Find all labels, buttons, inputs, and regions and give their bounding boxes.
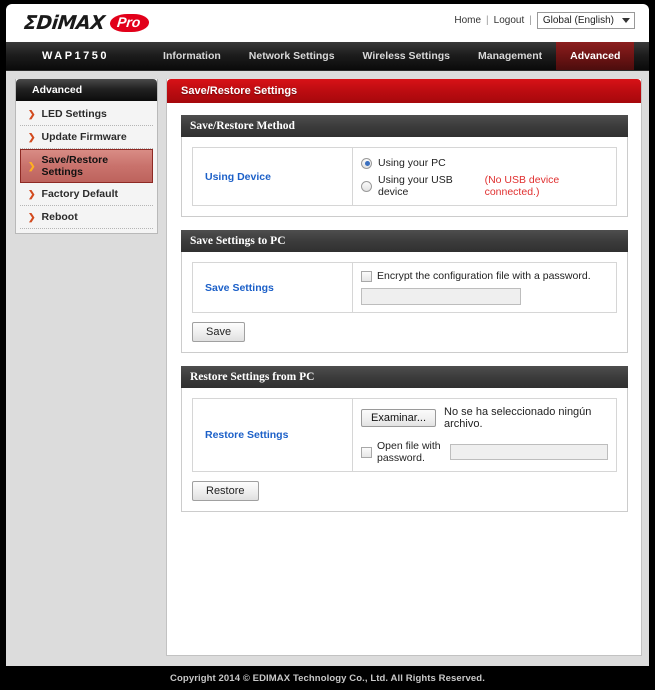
selected-file-status: No se ha seleccionado ningún archivo.: [444, 406, 592, 430]
link-separator-1: |: [486, 15, 489, 26]
logo-wordmark: ΣDiMAX: [22, 12, 106, 34]
restore-password-input[interactable]: [450, 444, 608, 460]
sidebar-item-label: Update Firmware: [41, 131, 127, 143]
using-device-label: Using Device: [192, 147, 353, 206]
app-window: ΣDiMAX Pro Home | Logout | Global (Engli…: [0, 0, 655, 690]
file-picker-row: Examinar... No se ha seleccionado ningún…: [361, 406, 608, 430]
restore-settings-label: Restore Settings: [192, 398, 353, 472]
tab-wireless-settings[interactable]: Wireless Settings: [349, 42, 464, 70]
logo-pro-badge: Pro: [108, 14, 150, 32]
radio-option-pc[interactable]: Using your PC: [361, 157, 608, 169]
device-model-label: WAP1750: [42, 50, 110, 62]
edimax-logo: ΣDiMAX Pro: [22, 12, 150, 34]
home-link[interactable]: Home: [454, 15, 481, 26]
page-body: Advanced ❯ LED Settings ❯ Update Firmwar…: [6, 71, 649, 666]
main-nav-bar: WAP1750 Information Network Settings Wir…: [6, 42, 649, 71]
table-row: Restore Settings Examinar... No se ha se…: [192, 398, 617, 472]
logout-link[interactable]: Logout: [494, 15, 525, 26]
save-settings-label: Save Settings: [192, 262, 353, 313]
open-with-password-label: Open file with password.: [377, 440, 441, 464]
checkbox-icon[interactable]: [361, 270, 372, 282]
sidebar-item-label: Save/Restore Settings: [41, 154, 109, 178]
section-header: Save Settings to PC: [181, 230, 628, 252]
chevron-down-icon: [622, 18, 630, 23]
tab-network-settings[interactable]: Network Settings: [235, 42, 349, 70]
section-save-restore-method: Save/Restore Method Using Device Using y…: [181, 115, 628, 217]
section-save-settings-to-pc: Save Settings to PC Save Settings Encryp…: [181, 230, 628, 353]
section-header: Save/Restore Method: [181, 115, 628, 137]
using-device-options: Using your PC Using your USB device (No …: [353, 148, 617, 206]
sidebar-item-label: LED Settings: [41, 108, 107, 120]
chevron-right-icon: ❯: [28, 131, 36, 142]
tab-management[interactable]: Management: [464, 42, 556, 70]
save-field-table: Save Settings Encrypt the configuration …: [192, 262, 617, 313]
sidebar-item-save-restore-settings[interactable]: ❯ Save/Restore Settings: [20, 149, 153, 183]
encrypt-checkbox-label: Encrypt the configuration file with a pa…: [377, 270, 591, 282]
page-title: Save/Restore Settings: [167, 79, 641, 103]
encrypt-checkbox-row[interactable]: Encrypt the configuration file with a pa…: [361, 270, 608, 282]
browse-file-button[interactable]: Examinar...: [361, 409, 437, 427]
checkbox-icon[interactable]: [361, 446, 372, 458]
sidebar: Advanced ❯ LED Settings ❯ Update Firmwar…: [15, 79, 158, 234]
sidebar-item-label: Factory Default: [41, 188, 118, 200]
tab-advanced[interactable]: Advanced: [556, 42, 635, 70]
save-button[interactable]: Save: [192, 322, 246, 342]
method-field-table: Using Device Using your PC Using your US…: [192, 147, 617, 206]
radio-icon[interactable]: [361, 180, 372, 192]
open-with-password-row[interactable]: Open file with password.: [361, 440, 608, 464]
top-header: ΣDiMAX Pro Home | Logout | Global (Engli…: [6, 4, 649, 42]
copyright-text: Copyright 2014 © EDIMAX Technology Co., …: [170, 672, 485, 684]
section-body: Save Settings Encrypt the configuration …: [181, 252, 628, 353]
chevron-right-icon: ❯: [28, 108, 36, 119]
save-password-input[interactable]: [361, 288, 521, 305]
section-restore-settings-from-pc: Restore Settings from PC Restore Setting…: [181, 366, 628, 512]
sidebar-list: ❯ LED Settings ❯ Update Firmware ❯ Save/…: [16, 101, 157, 233]
language-select[interactable]: Global (English): [536, 12, 635, 29]
save-settings-controls: Encrypt the configuration file with a pa…: [353, 263, 617, 313]
section-header: Restore Settings from PC: [181, 366, 628, 388]
tab-information[interactable]: Information: [149, 42, 235, 70]
restore-button[interactable]: Restore: [192, 481, 259, 501]
section-body: Restore Settings Examinar... No se ha se…: [181, 388, 628, 512]
table-row: Using Device Using your PC Using your US…: [192, 147, 617, 206]
restore-field-table: Restore Settings Examinar... No se ha se…: [192, 398, 617, 472]
sidebar-item-reboot[interactable]: ❯ Reboot: [20, 206, 153, 229]
sidebar-item-led-settings[interactable]: ❯ LED Settings: [20, 103, 153, 126]
sidebar-header: Advanced: [16, 79, 157, 101]
sidebar-item-update-firmware[interactable]: ❯ Update Firmware: [20, 126, 153, 149]
content-panel: Save/Restore Settings Save/Restore Metho…: [166, 79, 642, 656]
footer: Copyright 2014 © EDIMAX Technology Co., …: [0, 666, 655, 690]
section-body: Using Device Using your PC Using your US…: [181, 137, 628, 217]
restore-settings-controls: Examinar... No se ha seleccionado ningún…: [353, 399, 617, 472]
sidebar-item-label: Reboot: [41, 211, 78, 223]
usb-warning-text: (No USB device connected.): [484, 174, 560, 198]
radio-label: Using your USB device: [378, 174, 453, 198]
table-row: Save Settings Encrypt the configuration …: [192, 262, 617, 313]
top-nav-links: Home | Logout | Global (English): [454, 12, 635, 29]
radio-label: Using your PC: [378, 157, 446, 169]
chevron-right-icon: ❯: [28, 211, 36, 222]
language-select-value: Global (English): [542, 15, 614, 26]
chevron-right-icon: ❯: [28, 188, 36, 199]
radio-icon[interactable]: [361, 157, 372, 169]
chevron-right-icon: ❯: [28, 160, 36, 171]
sidebar-item-factory-default[interactable]: ❯ Factory Default: [20, 183, 153, 206]
link-separator-2: |: [529, 15, 532, 26]
radio-option-usb[interactable]: Using your USB device (No USB device con…: [361, 174, 608, 198]
panel-inner: Save/Restore Method Using Device Using y…: [167, 103, 641, 535]
